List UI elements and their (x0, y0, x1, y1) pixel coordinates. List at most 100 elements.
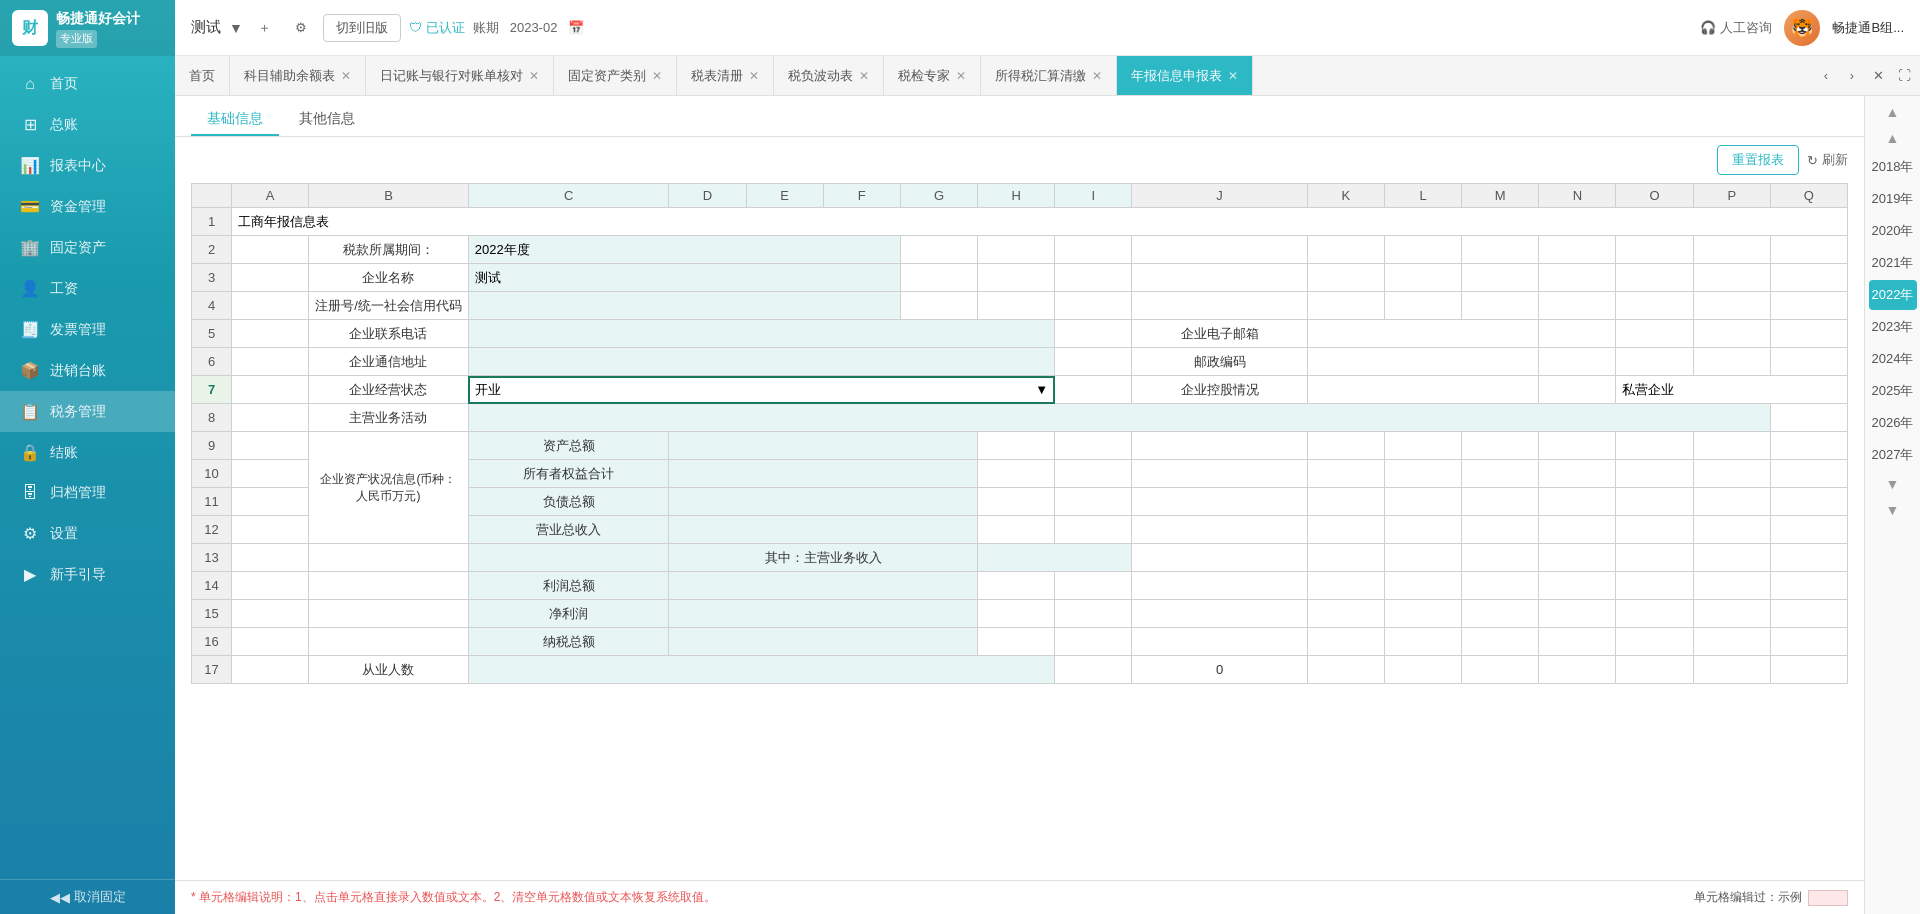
tab-close-icon[interactable]: ✕ (652, 69, 662, 83)
refresh-button[interactable]: ↻ 刷新 (1807, 151, 1848, 169)
tab-close-icon[interactable]: ✕ (1228, 69, 1238, 83)
year-item-2020[interactable]: 2020年 (1869, 216, 1917, 246)
fullscreen-button[interactable]: ⛶ (1892, 64, 1916, 88)
tab-prev-button[interactable]: ‹ (1814, 64, 1838, 88)
cell-8-c[interactable] (468, 404, 1770, 432)
tab-close-icon[interactable]: ✕ (956, 69, 966, 83)
sidebar-item-home[interactable]: ⌂ 首页 (0, 64, 175, 104)
cell-8-b: 主营业务活动 (309, 404, 469, 432)
cell-2-c[interactable]: 2022年度 (468, 236, 900, 264)
cell-5-k[interactable] (1307, 320, 1538, 348)
cell-16-d[interactable] (669, 628, 978, 656)
add-tab-button[interactable]: ＋ (251, 14, 279, 42)
form-tab-basic[interactable]: 基础信息 (191, 104, 279, 136)
sidebar-item-close[interactable]: 🔒 结账 (0, 432, 175, 473)
cell-3-c[interactable]: 测试 (468, 264, 900, 292)
user-name[interactable]: 畅捷通B组... (1832, 19, 1904, 37)
cell-17-c[interactable] (468, 656, 1054, 684)
cell-14-d[interactable] (669, 572, 978, 600)
cell-15-d[interactable] (669, 600, 978, 628)
reset-button[interactable]: 重置报表 (1717, 145, 1799, 175)
cell-10-n (1539, 460, 1616, 488)
sidebar-item-inventory[interactable]: 📦 进销台账 (0, 350, 175, 391)
tab-aux-balance[interactable]: 科目辅助余额表 ✕ (230, 56, 366, 95)
year-item-2024[interactable]: 2024年 (1869, 344, 1917, 374)
col-header-b: B (309, 184, 469, 208)
cell-13-h[interactable] (978, 544, 1132, 572)
cell-3-b: 企业名称 (309, 264, 469, 292)
cell-17-k (1307, 656, 1384, 684)
tab-fixed-asset-cat[interactable]: 固定资产类别 ✕ (554, 56, 677, 95)
sidebar-item-ledger[interactable]: ⊞ 总账 (0, 104, 175, 145)
cell-14-p (1693, 572, 1770, 600)
cell-10-d[interactable] (669, 460, 978, 488)
cell-16-k (1307, 628, 1384, 656)
user-avatar[interactable]: 🐯 (1784, 10, 1820, 46)
tab-tax-expert[interactable]: 税检专家 ✕ (884, 56, 981, 95)
calendar-icon[interactable]: 📅 (568, 20, 584, 35)
cell-11-d[interactable] (669, 488, 978, 516)
sidebar-item-guide[interactable]: ▶ 新手引导 (0, 554, 175, 595)
year-item-2019[interactable]: 2019年 (1869, 184, 1917, 214)
tab-close-all-button[interactable]: ✕ (1866, 64, 1890, 88)
col-header-h: H (978, 184, 1055, 208)
cell-12-n (1539, 516, 1616, 544)
sidebar-item-invoice[interactable]: 🧾 发票管理 (0, 309, 175, 350)
year-item-2018[interactable]: 2018年 (1869, 152, 1917, 182)
sidebar-item-tax[interactable]: 📋 税务管理 (0, 391, 175, 432)
switch-old-button[interactable]: 切到旧版 (323, 14, 401, 42)
year-item-2027[interactable]: 2027年 (1869, 440, 1917, 470)
sidebar-item-archive[interactable]: 🗄 归档管理 (0, 473, 175, 513)
cell-9-d[interactable] (669, 432, 978, 460)
cell-5-c[interactable] (468, 320, 1054, 348)
cell-15-n (1539, 600, 1616, 628)
consult-button[interactable]: 🎧 人工咨询 (1700, 19, 1772, 37)
year-item-2022[interactable]: 2022年 (1869, 280, 1917, 310)
tab-next-button[interactable]: › (1840, 64, 1864, 88)
year-scroll-up-button[interactable]: ▲ (1873, 100, 1913, 124)
cell-17-i (1055, 656, 1132, 684)
sidebar-item-payroll[interactable]: 👤 工资 (0, 268, 175, 309)
cell-15-o (1616, 600, 1693, 628)
year-item-2021[interactable]: 2021年 (1869, 248, 1917, 278)
unpin-button[interactable]: ◀◀ 取消固定 (0, 879, 175, 914)
year-item-2026[interactable]: 2026年 (1869, 408, 1917, 438)
year-item-2025[interactable]: 2025年 (1869, 376, 1917, 406)
year-scroll-down2-button[interactable]: ▼ (1873, 498, 1913, 522)
tab-tax-wave[interactable]: 税负波动表 ✕ (774, 56, 884, 95)
sidebar-item-fund[interactable]: 💳 资金管理 (0, 186, 175, 227)
dropdown-arrow-icon[interactable]: ▼ (1035, 382, 1048, 397)
tab-close-icon[interactable]: ✕ (749, 69, 759, 83)
cell-10-o (1616, 460, 1693, 488)
sidebar-item-fixed-asset[interactable]: 🏢 固定资产 (0, 227, 175, 268)
tab-close-icon[interactable]: ✕ (859, 69, 869, 83)
sidebar-item-report[interactable]: 📊 报表中心 (0, 145, 175, 186)
tab-annual-report[interactable]: 年报信息申报表 ✕ (1117, 56, 1253, 95)
spreadsheet-container[interactable]: A B C D E F G H I J K L M (175, 183, 1864, 880)
year-item-2023[interactable]: 2023年 (1869, 312, 1917, 342)
cell-4-c[interactable] (468, 292, 900, 320)
year-scroll-up2-button[interactable]: ▲ (1873, 126, 1913, 150)
tab-close-icon[interactable]: ✕ (1092, 69, 1102, 83)
tab-journal-bank[interactable]: 日记账与银行对账单核对 ✕ (366, 56, 554, 95)
cell-6-k[interactable] (1307, 348, 1538, 376)
cell-6-c[interactable] (468, 348, 1054, 376)
cell-7-k[interactable] (1307, 376, 1538, 404)
row-num: 9 (192, 432, 232, 460)
cell-7-c-dropdown[interactable]: 开业 ▼ (468, 376, 1054, 404)
sidebar-item-settings[interactable]: ⚙ 设置 (0, 513, 175, 554)
settings-button[interactable]: ⚙ (287, 14, 315, 42)
cell-12-d[interactable] (669, 516, 978, 544)
sidebar-item-label: 归档管理 (50, 484, 106, 502)
sheet-title[interactable]: 工商年报信息表 (232, 208, 1848, 236)
tab-tax-form[interactable]: 税表清册 ✕ (677, 56, 774, 95)
company-dropdown[interactable]: ▼ (229, 20, 243, 36)
tab-tax-settlement[interactable]: 所得税汇算清缴 ✕ (981, 56, 1117, 95)
footnote-right-label: 单元格编辑过：示例 (1694, 889, 1802, 906)
tab-close-icon[interactable]: ✕ (341, 69, 351, 83)
form-tab-other[interactable]: 其他信息 (283, 104, 371, 136)
tab-home[interactable]: 首页 (175, 56, 230, 95)
table-row: 9 企业资产状况信息(币种：人民币万元) 资产总额 (192, 432, 1848, 460)
year-scroll-down-button[interactable]: ▼ (1873, 472, 1913, 496)
tab-close-icon[interactable]: ✕ (529, 69, 539, 83)
